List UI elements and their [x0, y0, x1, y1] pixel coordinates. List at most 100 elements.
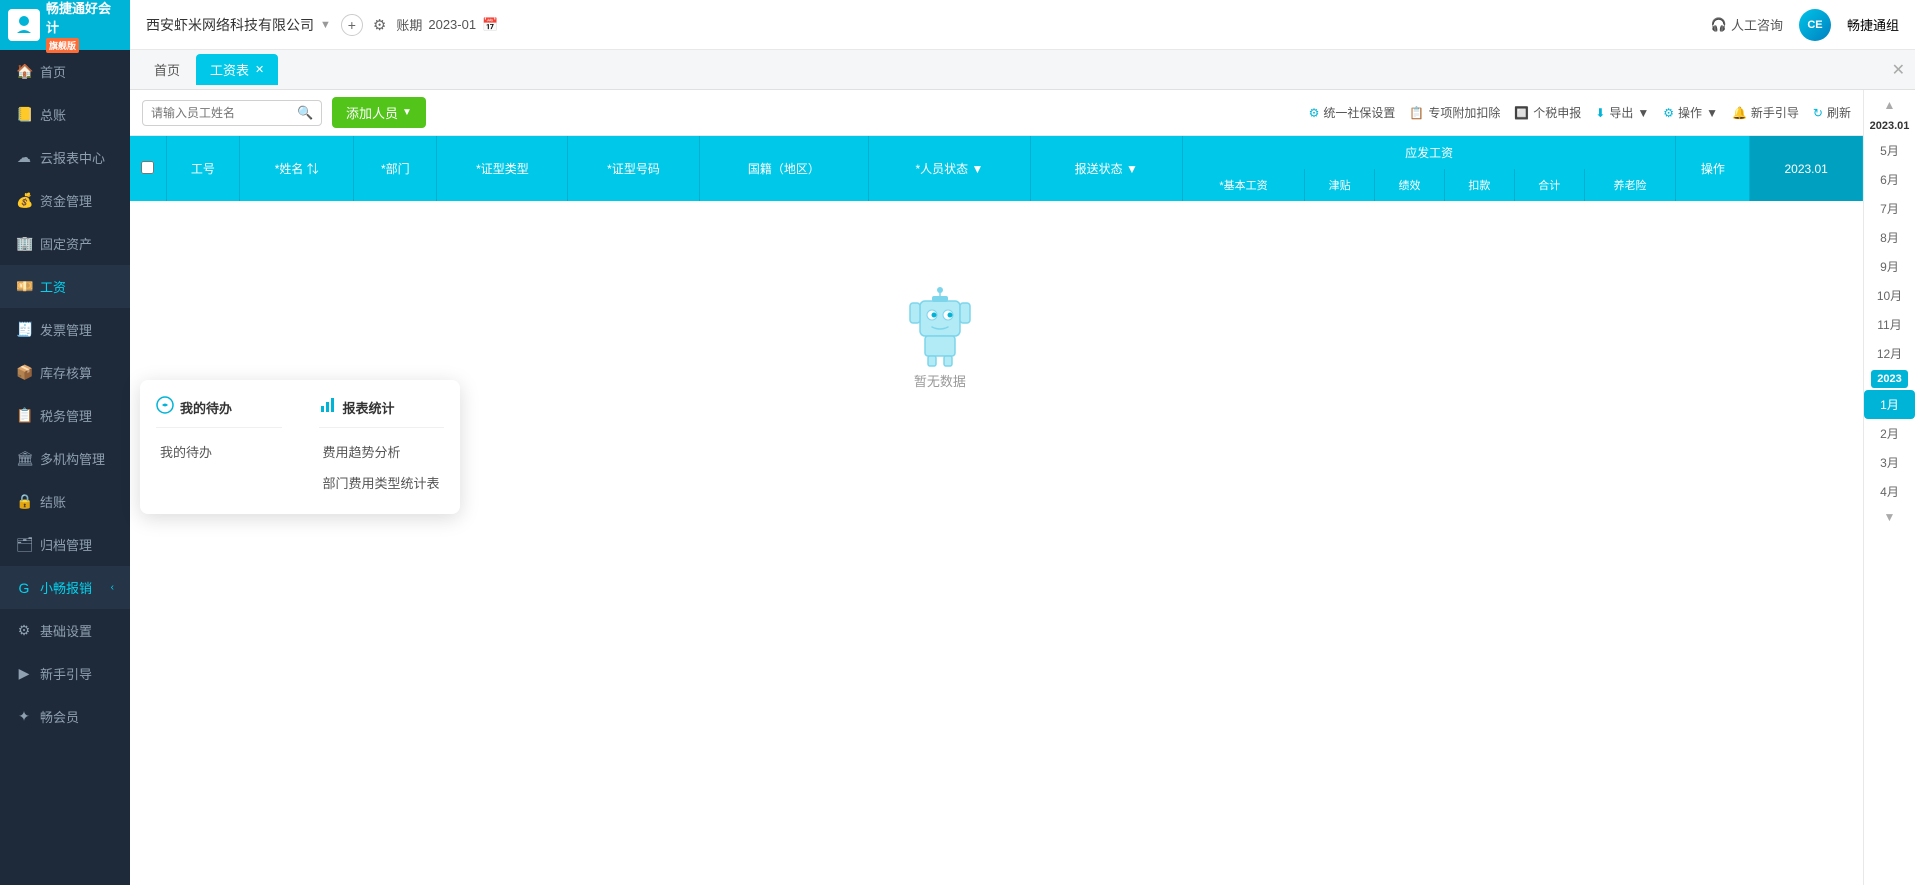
sidebar-item-guide[interactable]: ▶ 新手引导	[0, 652, 130, 695]
sidebar-item-tax[interactable]: 📋 税务管理	[0, 394, 130, 437]
sort-icon[interactable]: ⇅	[307, 162, 319, 176]
guide-label: 新手引导	[1751, 104, 1799, 121]
th-total: 合计	[1514, 169, 1584, 201]
timeline-jun[interactable]: 6月	[1864, 165, 1915, 194]
avatar-initials: CE	[1807, 19, 1822, 31]
company-selector[interactable]: 西安虾米网络科技有限公司 ▼	[146, 15, 331, 35]
th-period: 2023.01	[1750, 136, 1863, 201]
add-person-label: 添加人员	[346, 103, 398, 122]
operation-icon: ⚙	[1663, 106, 1674, 120]
filter-icon[interactable]: ▼	[972, 162, 984, 176]
sidebar-item-home[interactable]: 🏠 首页	[0, 50, 130, 93]
app-logo: 畅捷通好会计 旗舰版	[0, 0, 130, 50]
export-action[interactable]: ⬇ 导出 ▼	[1595, 104, 1649, 121]
guide-action[interactable]: 🔔 新手引导	[1732, 104, 1799, 121]
deduction-action[interactable]: 📋 专项附加扣除	[1409, 104, 1500, 121]
timeline-jan[interactable]: 1月	[1864, 390, 1915, 419]
popup-dept-item[interactable]: 部门费用类型统计表	[319, 467, 445, 498]
timeline-jul[interactable]: 7月	[1864, 194, 1915, 223]
calendar-icon[interactable]: 📅	[482, 17, 498, 33]
period-display: 账期 2023-01 📅	[396, 15, 498, 34]
sidebar-label-multi: 多机构管理	[40, 449, 105, 468]
sidebar-label-archive: 归档管理	[40, 535, 92, 554]
sidebar-item-basic[interactable]: ⚙ 基础设置	[0, 609, 130, 652]
tab-close-all: ✕	[1892, 60, 1905, 80]
timeline-mar[interactable]: 3月	[1864, 448, 1915, 477]
sidebar-item-xiaochang[interactable]: G 小畅报销 ‹	[0, 566, 130, 609]
popup-report-title: 报表统计	[319, 396, 445, 428]
th-cert-num: *证型号码	[568, 136, 699, 201]
settings-icon[interactable]: ⚙	[373, 16, 386, 34]
add-company-button[interactable]: +	[341, 14, 363, 36]
tab-salary-table[interactable]: 工资表 ✕	[196, 54, 278, 85]
select-all-checkbox[interactable]	[141, 161, 154, 174]
refresh-action[interactable]: ↻ 刷新	[1813, 104, 1851, 121]
sidebar-item-archive[interactable]: 🗂 归档管理	[0, 523, 130, 566]
user-name: 畅捷通组	[1847, 15, 1899, 34]
timeline-aug[interactable]: 8月	[1864, 223, 1915, 252]
cloud-icon: ☁	[16, 149, 32, 166]
sidebar-label-guide: 新手引导	[40, 664, 92, 683]
tab-home[interactable]: 首页	[140, 54, 194, 85]
dropdown-arrow-icon: ▼	[402, 107, 412, 118]
close-tab-icon[interactable]: ✕	[255, 63, 264, 76]
popup-menu: 我的待办 我的待办 报表统计 费用趋势分析 部门费用类型统计表	[140, 380, 460, 514]
add-person-button[interactable]: 添加人员 ▼	[332, 97, 426, 128]
social-security-action[interactable]: ⚙ 统一社保设置	[1309, 104, 1396, 121]
sidebar-label-inventory: 库存核算	[40, 363, 92, 382]
timeline-feb[interactable]: 2月	[1864, 419, 1915, 448]
report-icon	[319, 396, 337, 419]
sidebar-item-fund[interactable]: 💰 资金管理	[0, 179, 130, 222]
timeline-up-icon[interactable]: ▲	[1880, 94, 1900, 116]
timeline-oct[interactable]: 10月	[1864, 281, 1915, 310]
sidebar-item-cloud[interactable]: ☁ 云报表中心	[0, 136, 130, 179]
sidebar-item-salary[interactable]: 💴 工资	[0, 265, 130, 308]
th-payroll-group: 应发工资	[1182, 136, 1676, 169]
deduction-label: 专项附加扣除	[1428, 104, 1500, 121]
operation-label: 操作	[1678, 104, 1702, 121]
timeline-apr[interactable]: 4月	[1864, 477, 1915, 506]
th-operation: 操作	[1676, 136, 1750, 201]
popup-todo-item[interactable]: 我的待办	[156, 436, 282, 467]
export-icon: ⬇	[1595, 106, 1605, 120]
timeline-down-icon[interactable]: ▼	[1880, 506, 1900, 528]
logo-icon	[8, 9, 40, 41]
operation-action[interactable]: ⚙ 操作 ▼	[1663, 104, 1718, 121]
timeline-dec[interactable]: 12月	[1864, 339, 1915, 368]
sidebar-item-closing[interactable]: 🔒 结账	[0, 480, 130, 523]
th-base-salary: *基本工资	[1182, 169, 1304, 201]
tax-report-action[interactable]: 🔲 个税申报	[1514, 104, 1581, 121]
th-deduct: 扣款	[1444, 169, 1514, 201]
search-input[interactable]	[151, 106, 291, 120]
timeline-nov[interactable]: 11月	[1864, 310, 1915, 339]
timeline-current-period: 2023.01	[1870, 116, 1910, 136]
sidebar-item-inventory[interactable]: 📦 库存核算	[0, 351, 130, 394]
timeline-sep[interactable]: 9月	[1864, 252, 1915, 281]
popup-trend-item[interactable]: 费用趋势分析	[319, 436, 445, 467]
inventory-icon: 📦	[16, 364, 32, 381]
sidebar-label-salary: 工资	[40, 277, 66, 296]
refresh-label: 刷新	[1827, 104, 1851, 121]
sidebar-item-member[interactable]: ✦ 畅会员	[0, 695, 130, 738]
service-button[interactable]: 🎧 人工咨询	[1711, 15, 1783, 34]
sidebar-item-multi[interactable]: 🏛 多机构管理	[0, 437, 130, 480]
close-all-icon[interactable]: ✕	[1892, 62, 1905, 79]
popup-todo-col: 我的待办 我的待办	[156, 396, 282, 467]
topbar-right: 🎧 人工咨询 CE 畅捷通组	[1711, 9, 1899, 41]
tabbar: 首页 工资表 ✕ ✕	[130, 50, 1915, 90]
search-icon[interactable]: 🔍	[297, 105, 313, 121]
report-filter-icon[interactable]: ▼	[1126, 162, 1138, 176]
sidebar-item-ledger[interactable]: 📒 总账	[0, 93, 130, 136]
timeline-may[interactable]: 5月	[1864, 136, 1915, 165]
toolbar-actions: ⚙ 统一社保设置 📋 专项附加扣除 🔲 个税申报 ⬇ 导出 ▼	[1309, 104, 1851, 121]
xiaochang-icon: G	[16, 580, 32, 596]
member-icon: ✦	[16, 708, 32, 725]
sidebar-item-invoice[interactable]: 🧾 发票管理	[0, 308, 130, 351]
sidebar-label-ledger: 总账	[40, 105, 66, 124]
tab-salary-label: 工资表	[210, 60, 249, 79]
fixed-icon: 🏢	[16, 235, 32, 252]
sidebar-label-xiaochang: 小畅报销	[40, 578, 92, 597]
multi-icon: 🏛	[16, 450, 32, 467]
sidebar-item-fixed[interactable]: 🏢 固定资产	[0, 222, 130, 265]
sidebar: 畅捷通好会计 旗舰版 🏠 首页 📒 总账 ☁ 云报表中心 💰 资金管理 🏢 固定…	[0, 0, 130, 885]
